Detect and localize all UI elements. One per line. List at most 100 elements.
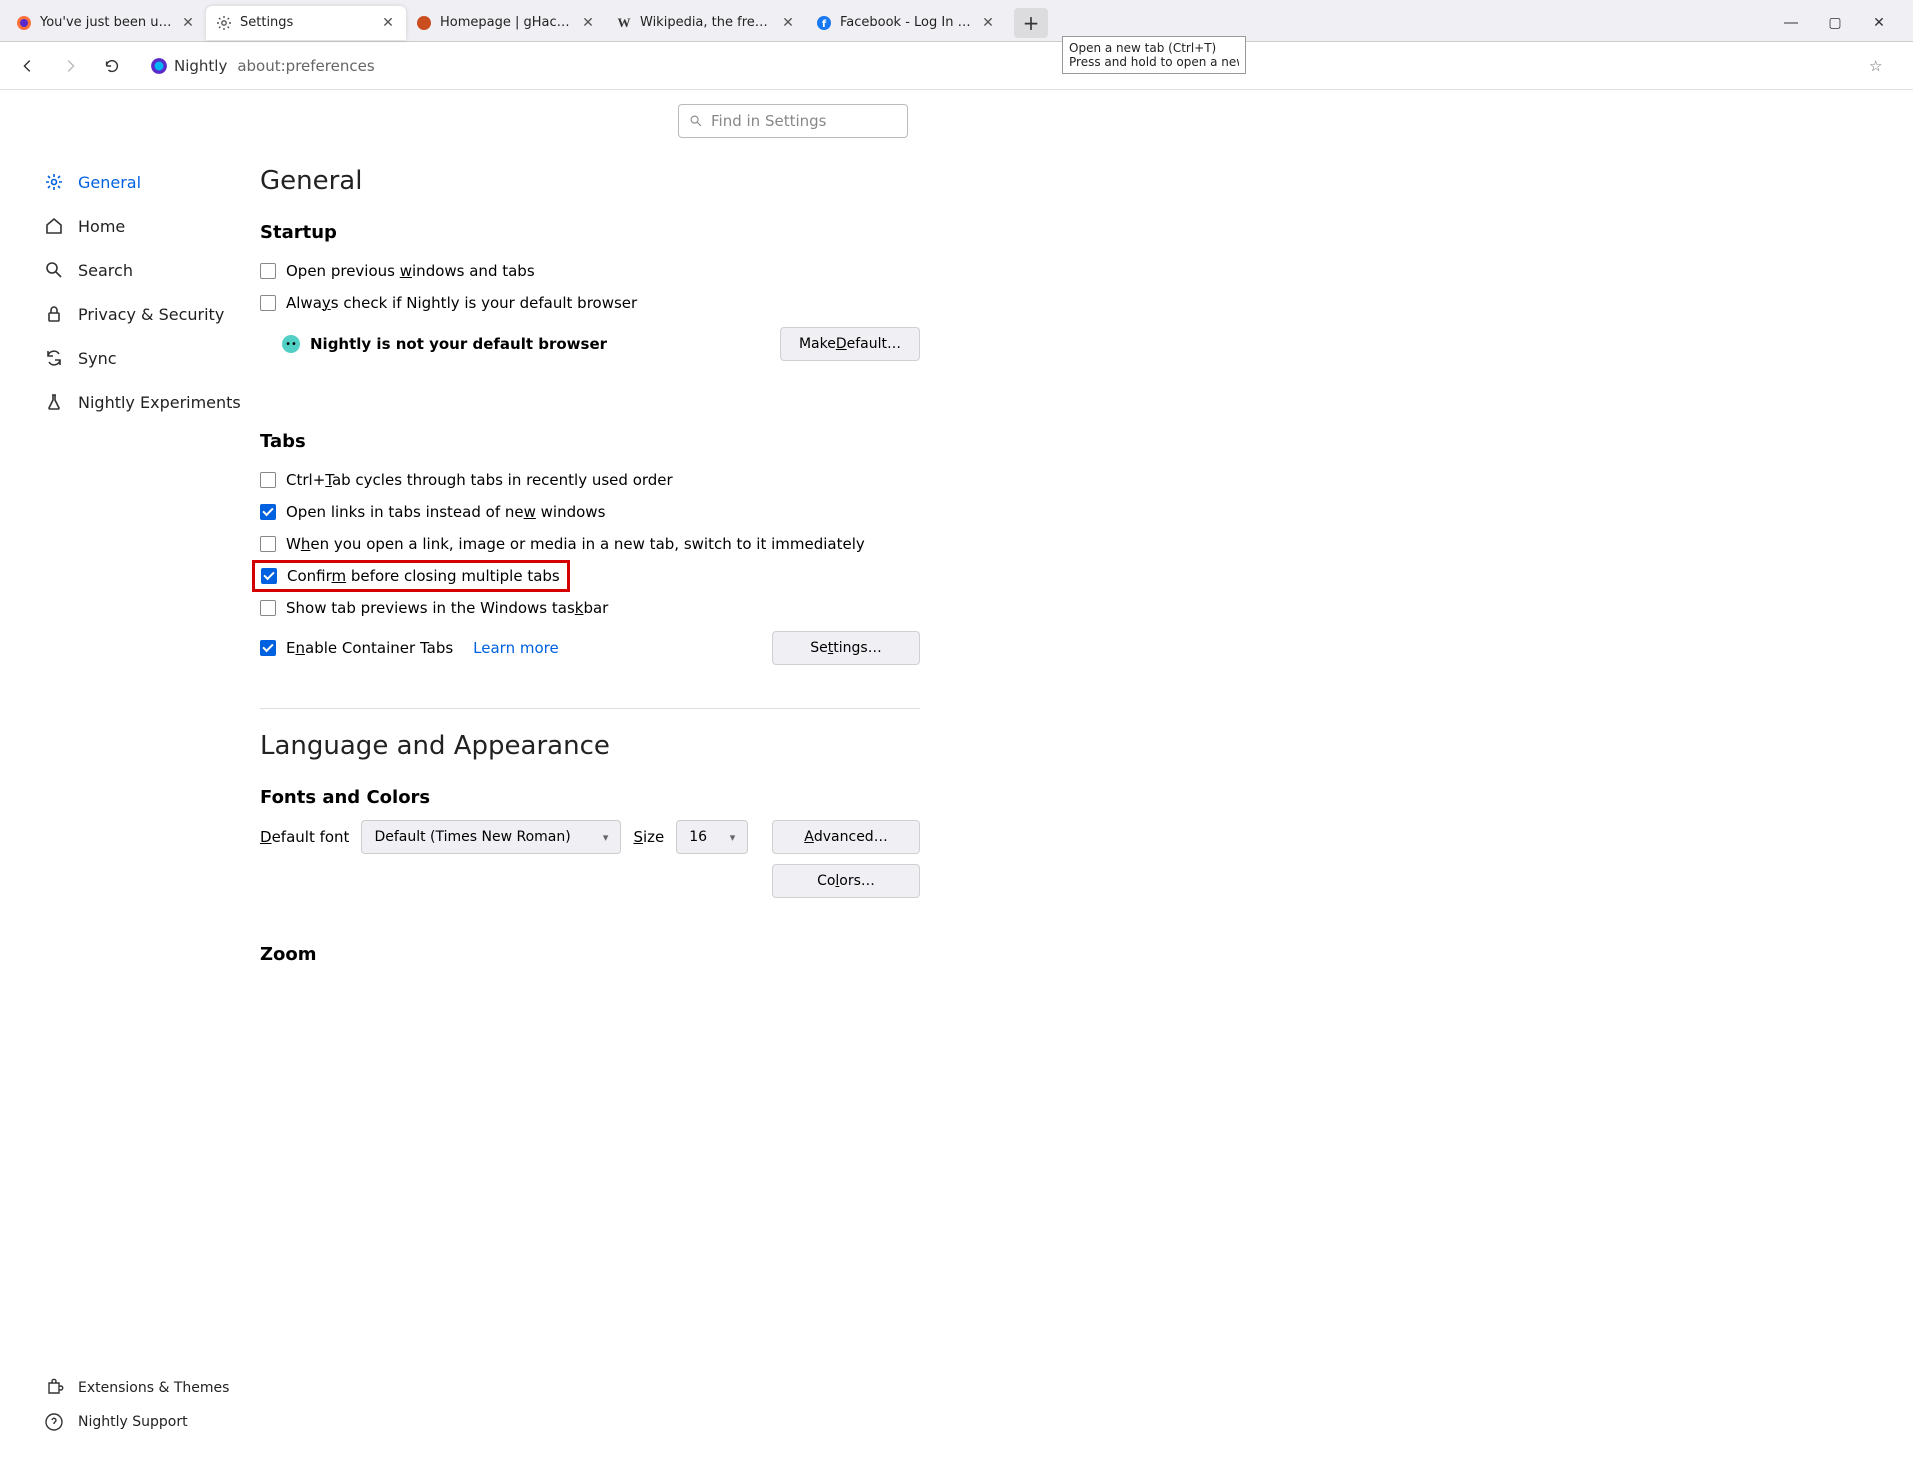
url-bar: Nightly about:preferences ☆: [0, 42, 1913, 90]
close-icon[interactable]: ✕: [780, 15, 796, 31]
checkbox-icon: [260, 472, 276, 488]
bookmark-star-icon[interactable]: ☆: [1869, 57, 1889, 75]
tooltip-line2: Press and hold to open a new conta: [1069, 55, 1239, 69]
checkbox-always-check-default[interactable]: Always check if Nightly is your default …: [260, 287, 920, 319]
size-label: Size: [633, 828, 664, 846]
checkbox-open-links-tabs[interactable]: Open links in tabs instead of new window…: [260, 496, 920, 528]
font-size-select[interactable]: 16 ▾: [676, 820, 748, 854]
sidebar-item-label: General: [78, 173, 141, 192]
section-language: Language and Appearance: [260, 731, 920, 761]
facebook-icon: f: [816, 15, 832, 31]
firefox-icon: [16, 15, 32, 31]
find-in-settings-input[interactable]: Find in Settings: [678, 104, 908, 138]
reload-button[interactable]: [98, 52, 126, 80]
tab-facebook[interactable]: f Facebook - Log In or Sign U ✕: [806, 6, 1006, 40]
close-icon[interactable]: ✕: [580, 15, 596, 31]
chevron-down-icon: ▾: [603, 831, 609, 844]
sidebar-item-general[interactable]: General: [0, 160, 242, 204]
checkbox-icon: [260, 295, 276, 311]
checkbox-ctrl-tab[interactable]: Ctrl+Tab cycles through tabs in recently…: [260, 464, 920, 496]
tab-title: Facebook - Log In or Sign U: [840, 15, 972, 30]
search-placeholder: Find in Settings: [711, 112, 826, 130]
sidebar-item-support[interactable]: Nightly Support: [0, 1405, 242, 1439]
back-button[interactable]: [14, 52, 42, 80]
checkbox-label: When you open a link, image or media in …: [286, 535, 865, 553]
identity-pill[interactable]: Nightly: [150, 57, 227, 75]
settings-sidebar: General Home Search Privacy & Security S…: [0, 90, 242, 1463]
checkbox-taskbar-previews[interactable]: Show tab previews in the Windows taskbar: [260, 592, 920, 624]
sidebar-item-home[interactable]: Home: [0, 204, 242, 248]
close-icon[interactable]: ✕: [380, 15, 396, 31]
nightly-icon: [150, 57, 168, 75]
checkbox-container-tabs[interactable]: Enable Container Tabs Learn more Setting…: [260, 624, 920, 672]
sidebar-item-sync[interactable]: Sync: [0, 336, 242, 380]
home-icon: [44, 216, 64, 236]
address-bar[interactable]: Nightly about:preferences ☆: [140, 49, 1899, 83]
puzzle-icon: [44, 1378, 64, 1398]
tab-title: Wikipedia, the free encyclop: [640, 15, 772, 30]
settings-content[interactable]: Find in Settings General Startup Open pr…: [242, 90, 1913, 1463]
minimize-button[interactable]: ―: [1783, 15, 1799, 31]
default-browser-label: Nightly is not your default browser: [310, 335, 607, 353]
container-settings-button[interactable]: Settings…: [772, 631, 920, 665]
tooltip-line1: Open a new tab (Ctrl+T): [1069, 41, 1239, 55]
sidebar-item-privacy[interactable]: Privacy & Security: [0, 292, 242, 336]
sidebar-item-extensions[interactable]: Extensions & Themes: [0, 1371, 242, 1405]
sidebar-item-label: Search: [78, 261, 133, 280]
sidebar-item-search[interactable]: Search: [0, 248, 242, 292]
section-zoom: Zoom: [260, 944, 920, 965]
checkbox-icon: [260, 263, 276, 279]
tab-bar: You've just been upgraded ✕ Settings ✕ H…: [0, 0, 1913, 42]
chevron-down-icon: ▾: [730, 831, 736, 844]
checkbox-label: Enable Container Tabs: [286, 639, 453, 657]
lock-icon: [44, 304, 64, 324]
font-row: Default font Default (Times New Roman) ▾…: [260, 820, 920, 854]
sidebar-item-label: Nightly Support: [78, 1414, 188, 1430]
sidebar-item-label: Home: [78, 217, 125, 236]
section-startup: Startup: [260, 222, 920, 243]
default-browser-row: •• Nightly is not your default browser M…: [282, 327, 920, 361]
ghacks-icon: [416, 15, 432, 31]
tab-settings[interactable]: Settings ✕: [206, 6, 406, 40]
default-font-select[interactable]: Default (Times New Roman) ▾: [361, 820, 621, 854]
tab-ghacks[interactable]: Homepage | gHacks Techno ✕: [406, 6, 606, 40]
checkbox-confirm-close-multiple[interactable]: Confirm before closing multiple tabs: [252, 560, 570, 592]
wikipedia-icon: W: [616, 15, 632, 31]
page-title: General: [260, 166, 920, 196]
flask-icon: [44, 392, 64, 412]
url-text: about:preferences: [237, 57, 374, 75]
sad-face-icon: ••: [282, 335, 300, 353]
checkbox-label: Always check if Nightly is your default …: [286, 294, 637, 312]
checkbox-icon: [260, 640, 276, 656]
select-value: 16: [689, 829, 707, 845]
new-tab-button[interactable]: +: [1014, 8, 1048, 38]
colors-button[interactable]: Colors…: [772, 864, 920, 898]
tab-wikipedia[interactable]: W Wikipedia, the free encyclop ✕: [606, 6, 806, 40]
checkbox-switch-immediately[interactable]: When you open a link, image or media in …: [260, 528, 920, 560]
checkbox-open-previous[interactable]: Open previous windows and tabs: [260, 255, 920, 287]
make-default-button[interactable]: Make Default…: [780, 327, 920, 361]
search-icon: [689, 114, 703, 128]
forward-button[interactable]: [56, 52, 84, 80]
close-icon[interactable]: ✕: [180, 15, 196, 31]
settings-page: General Home Search Privacy & Security S…: [0, 90, 1913, 1463]
close-window-button[interactable]: ✕: [1871, 15, 1887, 31]
advanced-fonts-button[interactable]: Advanced…: [772, 820, 920, 854]
tab-upgraded[interactable]: You've just been upgraded ✕: [6, 6, 206, 40]
select-value: Default (Times New Roman): [374, 829, 570, 845]
sidebar-item-label: Privacy & Security: [78, 305, 224, 324]
section-fonts: Fonts and Colors: [260, 787, 920, 808]
maximize-button[interactable]: ▢: [1827, 15, 1843, 31]
tab-title: Settings: [240, 15, 372, 30]
identity-label: Nightly: [174, 57, 227, 75]
divider: [260, 708, 920, 709]
learn-more-link[interactable]: Learn more: [473, 639, 559, 657]
checkbox-label: Confirm before closing multiple tabs: [287, 567, 560, 585]
sidebar-item-label: Extensions & Themes: [78, 1380, 229, 1396]
sidebar-item-experiments[interactable]: Nightly Experiments: [0, 380, 242, 424]
sidebar-item-label: Sync: [78, 349, 117, 368]
checkbox-icon: [260, 536, 276, 552]
checkbox-label: Show tab previews in the Windows taskbar: [286, 599, 608, 617]
close-icon[interactable]: ✕: [980, 15, 996, 31]
checkbox-label: Open previous windows and tabs: [286, 262, 535, 280]
